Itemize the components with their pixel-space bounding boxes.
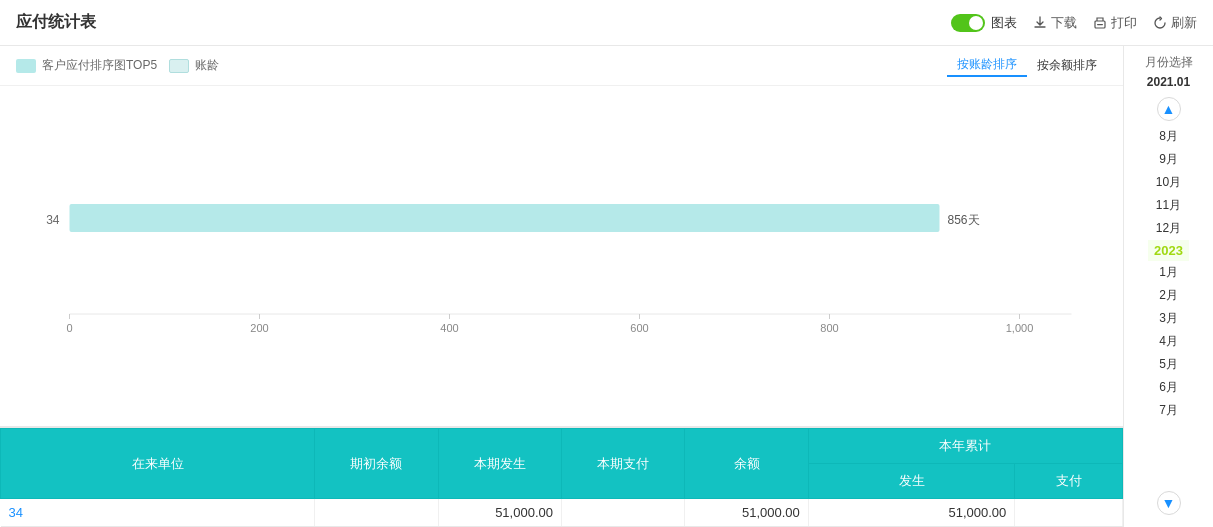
cell-ytd-paid	[1015, 499, 1123, 527]
svg-rect-3	[70, 204, 940, 232]
print-icon	[1093, 16, 1107, 30]
right-sidebar: 月份选择 2021.01 ▲ 8月 9月 10月 11月 12月 2023 1月…	[1123, 46, 1213, 527]
cell-unit: 34	[1, 499, 315, 527]
sort-by-balance-button[interactable]: 按账龄排序	[947, 54, 1027, 77]
legend-item-2: 账龄	[169, 57, 219, 74]
sort-by-amount-button[interactable]: 按余额排序	[1027, 54, 1107, 77]
col-header-ytd-paid: 支付	[1015, 464, 1123, 499]
month-item-jul[interactable]: 7月	[1148, 399, 1189, 422]
svg-rect-1	[1097, 24, 1103, 25]
svg-text:400: 400	[440, 322, 458, 334]
header-actions: 图表 下载 打印 刷新	[951, 14, 1197, 32]
chart-legend: 客户应付排序图TOP5 账龄	[16, 57, 219, 74]
print-label: 打印	[1111, 14, 1137, 32]
page-title: 应付统计表	[16, 12, 96, 33]
download-label: 下载	[1051, 14, 1077, 32]
download-icon	[1033, 16, 1047, 30]
cell-occurred: 51,000.00	[438, 499, 561, 527]
download-button[interactable]: 下载	[1033, 14, 1077, 32]
month-item-feb[interactable]: 2月	[1148, 284, 1189, 307]
chart-wrapper: 34 856天 0 200 400 600 800 1,000	[0, 86, 1123, 426]
month-item-jun[interactable]: 6月	[1148, 376, 1189, 399]
chart-sort-buttons: 按账龄排序 按余额排序	[947, 54, 1107, 77]
month-list: 8月 9月 10月 11月 12月 2023 1月 2月 3月 4月 5月 6月…	[1148, 125, 1189, 487]
month-item-dec[interactable]: 12月	[1148, 217, 1189, 240]
unit-link[interactable]: 34	[9, 505, 23, 520]
cell-ytd-occurred: 51,000.00	[808, 499, 1015, 527]
col-header-paid: 本期支付	[561, 429, 684, 499]
cell-balance: 51,000.00	[685, 499, 808, 527]
month-item-sep[interactable]: 9月	[1148, 148, 1189, 171]
chart-header: 客户应付排序图TOP5 账龄 按账龄排序 按余额排序	[0, 46, 1123, 86]
month-item-apr[interactable]: 4月	[1148, 330, 1189, 353]
month-item-mar[interactable]: 3月	[1148, 307, 1189, 330]
toggle-track[interactable]	[951, 14, 985, 32]
svg-text:856天: 856天	[948, 213, 980, 227]
col-header-opening: 期初余额	[315, 429, 438, 499]
svg-text:0: 0	[66, 322, 72, 334]
data-table: 在来单位 期初余额 本期发生 本期支付 余额 本年累计 发生 支付	[0, 426, 1123, 527]
table-header-row-1: 在来单位 期初余额 本期发生 本期支付 余额 本年累计	[1, 429, 1123, 464]
year-label-2023: 2023	[1148, 240, 1189, 261]
col-header-ytd: 本年累计	[808, 429, 1122, 464]
col-header-balance: 余额	[685, 429, 808, 499]
cell-opening	[315, 499, 438, 527]
table-row: 34 51,000.00 51,000.00 51,000.00	[1, 499, 1123, 527]
chart-toggle-label: 图表	[991, 14, 1017, 32]
legend-label-2: 账龄	[195, 57, 219, 74]
summary-table: 在来单位 期初余额 本期发生 本期支付 余额 本年累计 发生 支付	[0, 428, 1123, 527]
legend-color-2	[169, 59, 189, 73]
svg-text:800: 800	[820, 322, 838, 334]
main-content: 客户应付排序图TOP5 账龄 按账龄排序 按余额排序 34	[0, 46, 1213, 527]
svg-text:1,000: 1,000	[1006, 322, 1034, 334]
col-header-occurred: 本期发生	[438, 429, 561, 499]
month-item-jan[interactable]: 1月	[1148, 261, 1189, 284]
month-item-aug[interactable]: 8月	[1148, 125, 1189, 148]
legend-color-1	[16, 59, 36, 73]
month-item-may[interactable]: 5月	[1148, 353, 1189, 376]
sidebar-label: 月份选择	[1145, 54, 1193, 71]
toggle-thumb	[969, 16, 983, 30]
chart-area: 客户应付排序图TOP5 账龄 按账龄排序 按余额排序 34	[0, 46, 1123, 527]
print-button[interactable]: 打印	[1093, 14, 1137, 32]
month-item-oct[interactable]: 10月	[1148, 171, 1189, 194]
refresh-button[interactable]: 刷新	[1153, 14, 1197, 32]
svg-text:600: 600	[630, 322, 648, 334]
page-header: 应付统计表 图表 下载 打印	[0, 0, 1213, 46]
refresh-icon	[1153, 16, 1167, 30]
cell-paid	[561, 499, 684, 527]
col-header-unit: 在来单位	[1, 429, 315, 499]
col-header-ytd-occurred: 发生	[808, 464, 1015, 499]
bar-chart: 34 856天 0 200 400 600 800 1,000	[16, 94, 1107, 354]
chart-toggle[interactable]: 图表	[951, 14, 1017, 32]
sidebar-current-date: 2021.01	[1147, 75, 1190, 89]
legend-item-1: 客户应付排序图TOP5	[16, 57, 157, 74]
scroll-up-button[interactable]: ▲	[1157, 97, 1181, 121]
month-item-nov[interactable]: 11月	[1148, 194, 1189, 217]
svg-text:34: 34	[46, 213, 60, 227]
legend-label-1: 客户应付排序图TOP5	[42, 57, 157, 74]
refresh-label: 刷新	[1171, 14, 1197, 32]
scroll-down-button[interactable]: ▼	[1157, 491, 1181, 515]
table-body: 34 51,000.00 51,000.00 51,000.00	[1, 499, 1123, 527]
svg-text:200: 200	[250, 322, 268, 334]
